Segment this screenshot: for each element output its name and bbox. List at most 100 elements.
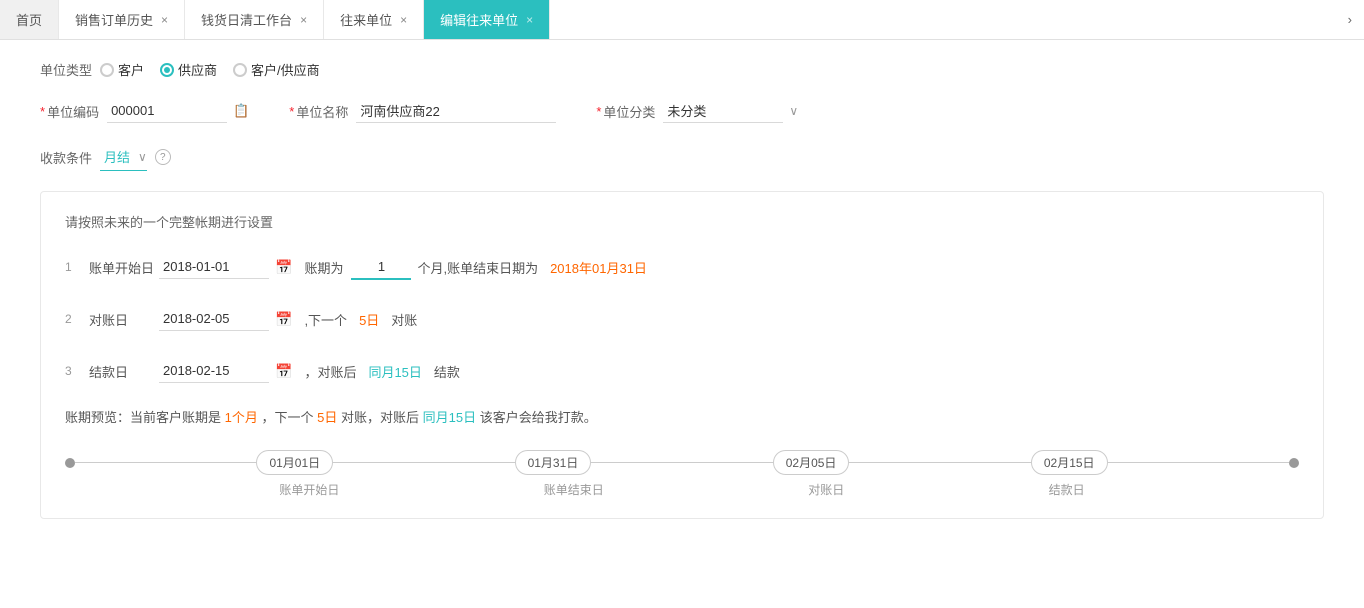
timeline-badge-2: 01月31日: [515, 450, 592, 475]
timeline-container: 01月01日 01月31日 02月05日 02月15日: [65, 450, 1299, 498]
preview-period: 1个月: [225, 410, 258, 425]
start-date-row: 1 账单开始日 📅 账期为 个月,账单结束日期为 2018年01月31日: [65, 251, 1299, 283]
timeline-line-1: [75, 462, 256, 463]
unit-code-group: * 单位编码 📋: [40, 99, 249, 123]
radio-supplier[interactable]: 供应商: [160, 60, 217, 79]
timeline-end-dot: [1289, 458, 1299, 468]
chevron-right-icon: ›: [1348, 12, 1352, 27]
preview-day: 5日: [317, 410, 337, 425]
row-2-num: 2: [65, 312, 89, 326]
radio-customer-circle: [100, 63, 114, 77]
unit-code-field-wrapper: 📋: [107, 99, 249, 123]
payment-date-input[interactable]: [159, 359, 269, 383]
unit-code-label: 单位编码: [47, 102, 99, 121]
unit-type-group: 单位类型 客户 供应商 客户/供应商: [40, 60, 320, 79]
tab-bar: 首页 销售订单历史 × 钱货日清工作台 × 往来单位 × 编辑往来单位 × ›: [0, 0, 1364, 40]
tab-partner[interactable]: 往来单位 ×: [324, 0, 424, 39]
unit-name-star: *: [289, 104, 294, 119]
radio-customer[interactable]: 客户: [100, 60, 144, 79]
timeline-badge-4: 02月15日: [1031, 450, 1108, 475]
tab-edit-partner[interactable]: 编辑往来单位 ×: [424, 0, 550, 39]
timeline-start-dot: [65, 458, 75, 468]
timeline-labels-row: 账单开始日 账单结束日 对账日 结款日: [65, 481, 1299, 498]
timeline-label-4: 结款日: [1049, 481, 1085, 498]
radio-both[interactable]: 客户/供应商: [233, 60, 320, 79]
radio-both-circle: [233, 63, 247, 77]
unit-category-group: * 单位分类 ∨: [596, 99, 798, 123]
unit-category-star: *: [596, 104, 601, 119]
help-icon[interactable]: ?: [155, 149, 171, 165]
preview-prefix: 账期预览：当前客户账期是: [65, 410, 221, 425]
unit-code-star: *: [40, 104, 45, 119]
row-1-title: 账单开始日: [89, 258, 159, 277]
unit-name-group: * 单位名称: [289, 99, 556, 123]
unit-category-input[interactable]: [663, 99, 783, 123]
reconcile-date-input[interactable]: [159, 307, 269, 331]
payment-group: 收款条件 月结 ∨ ?: [40, 143, 171, 171]
tab-edit-partner-close[interactable]: ×: [526, 13, 533, 27]
tab-more-button[interactable]: ›: [1336, 0, 1364, 39]
unit-info-row: * 单位编码 📋 * 单位名称 * 单位分类 ∨: [40, 99, 1324, 123]
radio-both-label: 客户/供应商: [251, 60, 320, 79]
payment-chevron-icon: ∨: [138, 150, 147, 164]
unit-type-row: 单位类型 客户 供应商 客户/供应商: [40, 60, 1324, 79]
row-2-title: 对账日: [89, 310, 159, 329]
panel-description: 请按照未来的一个完整帐期进行设置: [65, 212, 1299, 231]
unit-category-label: 单位分类: [603, 102, 655, 121]
row-1-end-date: 2018年01月31日: [550, 258, 647, 277]
unit-type-radio-group: 客户 供应商 客户/供应商: [100, 60, 320, 79]
timeline-badge-3: 02月05日: [773, 450, 850, 475]
period-input[interactable]: [351, 255, 411, 280]
payment-date-calendar-icon[interactable]: 📅: [275, 363, 292, 380]
row-1-period-unit: 个月,账单结束日期为: [417, 258, 538, 277]
row-3-title: 结款日: [89, 362, 159, 381]
payment-row: 收款条件 月结 ∨ ?: [40, 143, 1324, 171]
payment-date-row: 3 结款日 📅 ，对账后 同月15日 结款: [65, 355, 1299, 387]
reconcile-date-row: 2 对账日 📅 ,下一个 5日 对账: [65, 303, 1299, 335]
radio-customer-label: 客户: [118, 60, 144, 79]
row-2-prefix: ,下一个: [304, 310, 347, 329]
row-2-highlight: 5日: [359, 310, 379, 329]
radio-supplier-label: 供应商: [178, 60, 217, 79]
timeline-node-2: 01月31日: [515, 450, 592, 475]
preview-text: 账期预览：当前客户账期是 1个月 ，下一个 5日 对账，对账后 同月15日 该客…: [65, 407, 1299, 426]
tab-partner-close[interactable]: ×: [400, 13, 407, 27]
start-date-input[interactable]: [159, 255, 269, 279]
row-3-suffix: 结款: [434, 362, 460, 381]
copy-icon[interactable]: 📋: [233, 103, 249, 119]
unit-type-label: 单位类型: [40, 60, 92, 79]
main-content: 单位类型 客户 供应商 客户/供应商 * 单位编码: [0, 40, 1364, 608]
timeline-line-2: [333, 462, 514, 463]
unit-category-select-wrapper: ∨: [663, 99, 798, 123]
payment-select-wrapper[interactable]: 月结 ∨: [100, 143, 147, 171]
timeline-line-3: [591, 462, 772, 463]
unit-name-input[interactable]: [356, 99, 556, 123]
timeline-badge-1: 01月01日: [256, 450, 333, 475]
tab-home[interactable]: 首页: [0, 0, 59, 39]
unit-code-input[interactable]: [107, 99, 227, 123]
preview-suffix: 该客户会给我打款。: [480, 410, 597, 425]
radio-supplier-circle: [160, 63, 174, 77]
timeline: 01月01日 01月31日 02月05日 02月15日: [65, 450, 1299, 498]
payment-select-value: 月结: [100, 143, 134, 170]
timeline-label-3: 对账日: [808, 481, 844, 498]
start-date-calendar-icon[interactable]: 📅: [275, 259, 292, 276]
row-1-separator: 账期为: [304, 258, 343, 277]
tab-cash-work-close[interactable]: ×: [300, 13, 307, 27]
preview-month-day: 同月15日: [423, 410, 476, 425]
row-3-highlight: 同月15日: [368, 362, 421, 381]
payment-label: 收款条件: [40, 148, 92, 167]
preview-sep2: 对账，对账后: [341, 410, 419, 425]
setting-panel: 请按照未来的一个完整帐期进行设置 1 账单开始日 📅 账期为 个月,账单结束日期…: [40, 191, 1324, 519]
timeline-node-4: 02月15日: [1031, 450, 1108, 475]
tab-cash-work[interactable]: 钱货日清工作台 ×: [185, 0, 324, 39]
tab-sales-history-close[interactable]: ×: [161, 13, 168, 27]
timeline-label-1: 账单开始日: [279, 481, 339, 498]
unit-category-chevron-icon: ∨: [789, 104, 798, 118]
reconcile-date-calendar-icon[interactable]: 📅: [275, 311, 292, 328]
row-2-suffix: 对账: [391, 310, 417, 329]
tab-sales-history[interactable]: 销售订单历史 ×: [59, 0, 185, 39]
unit-name-label: 单位名称: [296, 102, 348, 121]
row-3-prefix: ，对账后: [304, 362, 356, 381]
timeline-line-4: [849, 462, 1030, 463]
